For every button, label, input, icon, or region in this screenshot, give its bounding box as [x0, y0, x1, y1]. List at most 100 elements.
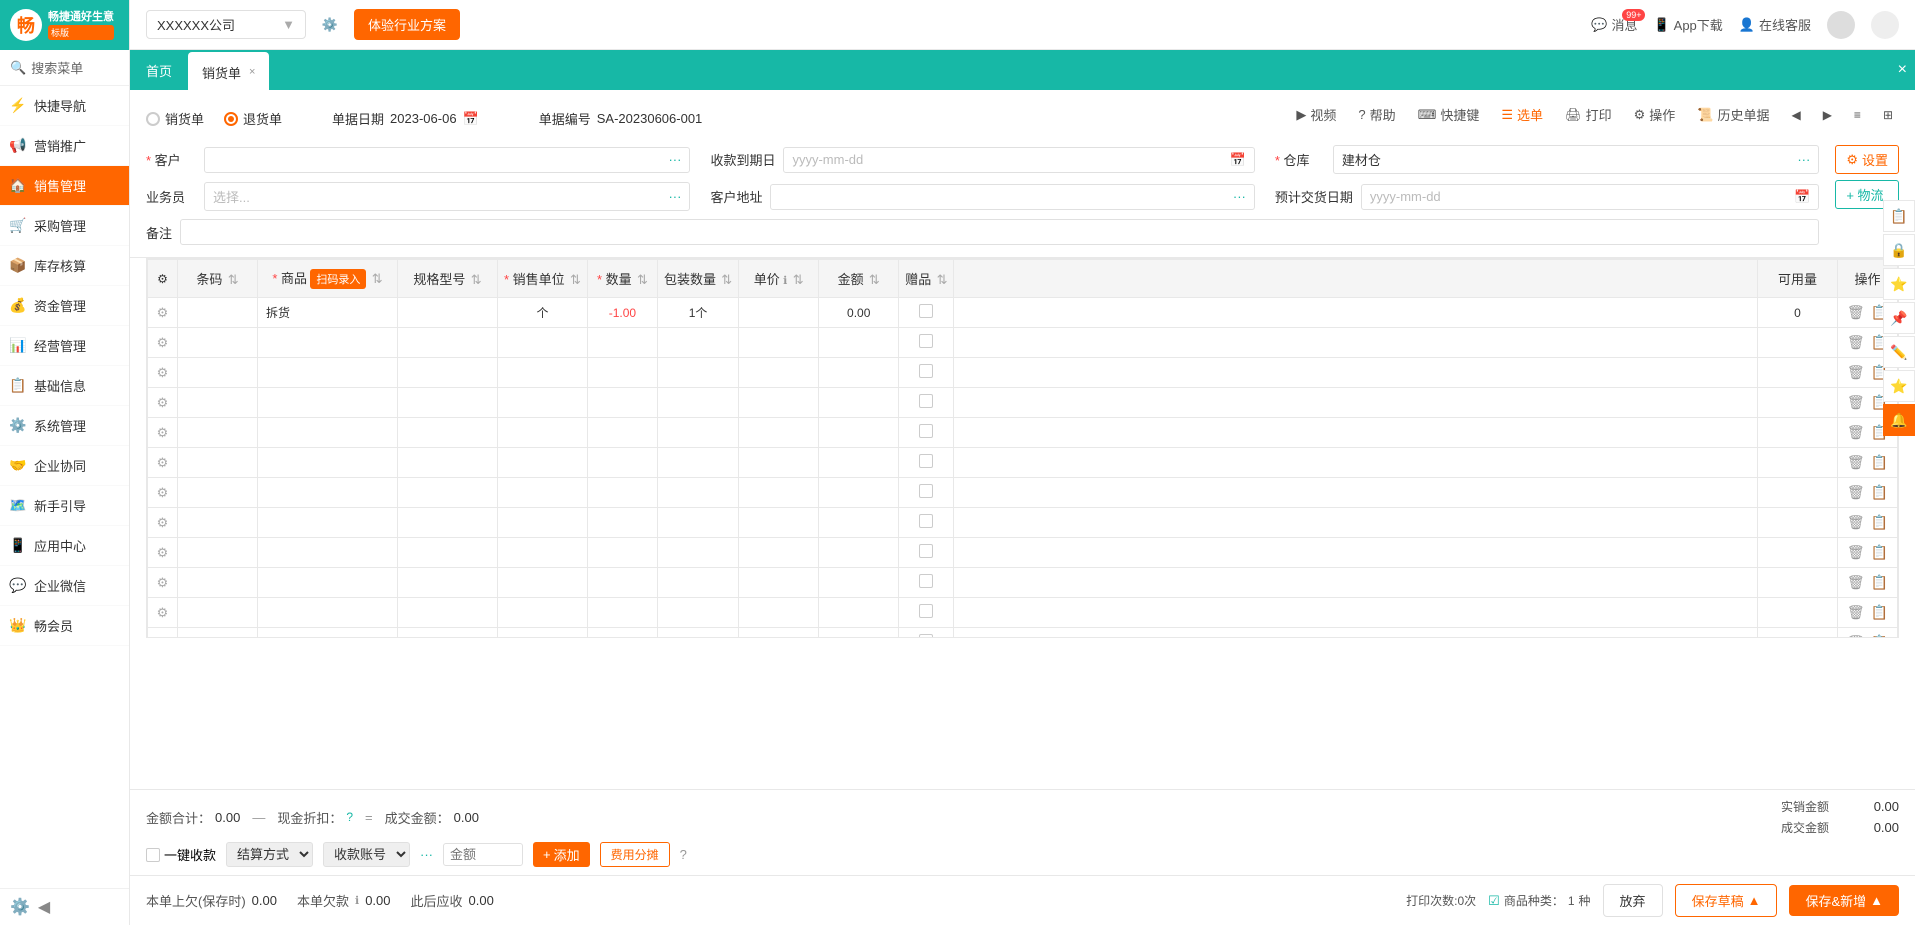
tab-close-icon[interactable]: × — [249, 66, 255, 78]
cell-barcode-1[interactable] — [178, 328, 258, 358]
sidebar-item-vip[interactable]: 👑 畅会员 — [0, 606, 129, 646]
scan-button[interactable]: 扫码录入 — [310, 269, 366, 289]
sidebar-item-enterprise[interactable]: 🤝 企业协同 — [0, 446, 129, 486]
cell-pkgqty-0[interactable]: 1个 — [657, 298, 738, 328]
cell-gift-3[interactable] — [899, 388, 954, 418]
copy-icon-8[interactable]: 📋 — [1871, 544, 1888, 561]
cell-price-4[interactable] — [739, 418, 819, 448]
sidebar-item-finance[interactable]: 💰 资金管理 — [0, 286, 129, 326]
delete-icon-8[interactable]: 🗑 — [1847, 544, 1865, 561]
settings-gear-icon[interactable]: ⚙️ — [316, 11, 344, 39]
cell-pkgqty-2[interactable] — [657, 358, 738, 388]
cell-barcode-3[interactable] — [178, 388, 258, 418]
cell-unit-9[interactable] — [498, 568, 588, 598]
cell-spec-2[interactable] — [398, 358, 498, 388]
cell-goods-11[interactable] — [258, 628, 398, 639]
account-dots[interactable]: ··· — [420, 847, 433, 862]
cell-spec-10[interactable] — [398, 598, 498, 628]
float-btn-1[interactable]: 📋 — [1883, 200, 1915, 232]
cell-qty-9[interactable] — [587, 568, 657, 598]
cell-goods-2[interactable] — [258, 358, 398, 388]
discount-help-icon[interactable]: ? — [346, 810, 353, 824]
cell-price-0[interactable] — [739, 298, 819, 328]
cell-spec-7[interactable] — [398, 508, 498, 538]
cell-unit-4[interactable] — [498, 418, 588, 448]
cell-goods-8[interactable] — [258, 538, 398, 568]
float-btn-3[interactable]: ⭐ — [1883, 268, 1915, 300]
due-date-input[interactable]: yyyy-mm-dd 📅 — [783, 147, 1254, 173]
cell-qty-4[interactable] — [587, 418, 657, 448]
cell-goods-4[interactable] — [258, 418, 398, 448]
remarks-input[interactable] — [180, 219, 1819, 245]
cell-price-7[interactable] — [739, 508, 819, 538]
cell-gift-5[interactable] — [899, 448, 954, 478]
cell-amount-7[interactable] — [819, 508, 899, 538]
copy-icon-6[interactable]: 📋 — [1871, 484, 1888, 501]
sort-spec-icon[interactable]: ⇅ — [471, 272, 482, 287]
cell-qty-5[interactable] — [587, 448, 657, 478]
cell-barcode-2[interactable] — [178, 358, 258, 388]
cell-pkgqty-6[interactable] — [657, 478, 738, 508]
help-btn[interactable]: ? 帮助 — [1352, 102, 1401, 127]
price-info-icon[interactable]: ℹ — [783, 275, 787, 287]
radio-sale[interactable]: 销货单 — [146, 109, 204, 128]
cell-amount-11[interactable] — [819, 628, 899, 639]
cell-price-3[interactable] — [739, 388, 819, 418]
cell-spec-1[interactable] — [398, 328, 498, 358]
discard-button[interactable]: 放弃 — [1603, 884, 1663, 917]
delete-icon-9[interactable]: 🗑 — [1847, 574, 1865, 591]
add-button[interactable]: + 添加 — [533, 842, 590, 867]
customer-input[interactable]: ··· — [204, 147, 690, 173]
online-support-item[interactable]: 👤 在线客服 — [1739, 15, 1811, 34]
expected-date-input[interactable]: yyyy-mm-dd 📅 — [1361, 184, 1819, 210]
cell-qty-1[interactable] — [587, 328, 657, 358]
radio-return[interactable]: 退货单 — [224, 109, 282, 128]
delete-icon-2[interactable]: 🗑 — [1847, 364, 1865, 381]
cell-amount-6[interactable] — [819, 478, 899, 508]
save-new-button[interactable]: 保存&新增 ▲ — [1789, 885, 1899, 916]
sidebar-item-quick-nav[interactable]: ⚡ 快捷导航 — [0, 86, 129, 126]
tab-sales-order[interactable]: 销货单 × — [188, 52, 269, 92]
collapse-icon[interactable]: ◀ — [38, 897, 50, 917]
cell-pkgqty-10[interactable] — [657, 598, 738, 628]
customer-input-dots[interactable]: ··· — [668, 152, 681, 167]
cell-pkgqty-5[interactable] — [657, 448, 738, 478]
video-btn[interactable]: ▶ 视频 — [1290, 102, 1342, 127]
cell-qty-3[interactable] — [587, 388, 657, 418]
delete-icon-4[interactable]: 🗑 — [1847, 424, 1865, 441]
sidebar-item-inventory[interactable]: 📦 库存核算 — [0, 246, 129, 286]
cell-goods-6[interactable] — [258, 478, 398, 508]
cell-spec-9[interactable] — [398, 568, 498, 598]
th-settings[interactable]: ⚙ — [148, 260, 178, 298]
salesman-dots[interactable]: ··· — [668, 189, 681, 204]
goods-type-checkbox[interactable]: ☑ — [1488, 893, 1500, 909]
cell-goods-0[interactable]: 拆货 — [258, 298, 398, 328]
cell-unit-2[interactable] — [498, 358, 588, 388]
sort-amount-icon[interactable]: ⇅ — [869, 272, 880, 287]
avatar[interactable] — [1827, 11, 1855, 39]
cell-goods-1[interactable] — [258, 328, 398, 358]
cell-pkgqty-4[interactable] — [657, 418, 738, 448]
cell-pkgqty-8[interactable] — [657, 538, 738, 568]
amount-input[interactable] — [443, 843, 523, 866]
cell-barcode-0[interactable] — [178, 298, 258, 328]
cell-pkgqty-3[interactable] — [657, 388, 738, 418]
cell-unit-6[interactable] — [498, 478, 588, 508]
due-date-calendar-icon[interactable]: 📅 — [1230, 152, 1246, 168]
cell-spec-3[interactable] — [398, 388, 498, 418]
date-calendar-icon[interactable]: 📅 — [463, 111, 479, 127]
cell-gift-0[interactable] — [899, 298, 954, 328]
cell-qty-2[interactable] — [587, 358, 657, 388]
sidebar-item-purchase[interactable]: 🛒 采购管理 — [0, 206, 129, 246]
delete-icon-3[interactable]: 🗑 — [1847, 394, 1865, 411]
next-btn[interactable]: ▶ — [1817, 105, 1838, 125]
cell-qty-6[interactable] — [587, 478, 657, 508]
delete-icon-0[interactable]: 🗑 — [1847, 304, 1865, 321]
sort-qty-icon[interactable]: ⇅ — [637, 272, 648, 287]
cell-goods-9[interactable] — [258, 568, 398, 598]
cell-qty-0[interactable]: -1.00 — [587, 298, 657, 328]
cell-price-9[interactable] — [739, 568, 819, 598]
copy-icon-9[interactable]: 📋 — [1871, 574, 1888, 591]
cell-amount-0[interactable]: 0.00 — [819, 298, 899, 328]
float-btn-4[interactable]: 📌 — [1883, 302, 1915, 334]
